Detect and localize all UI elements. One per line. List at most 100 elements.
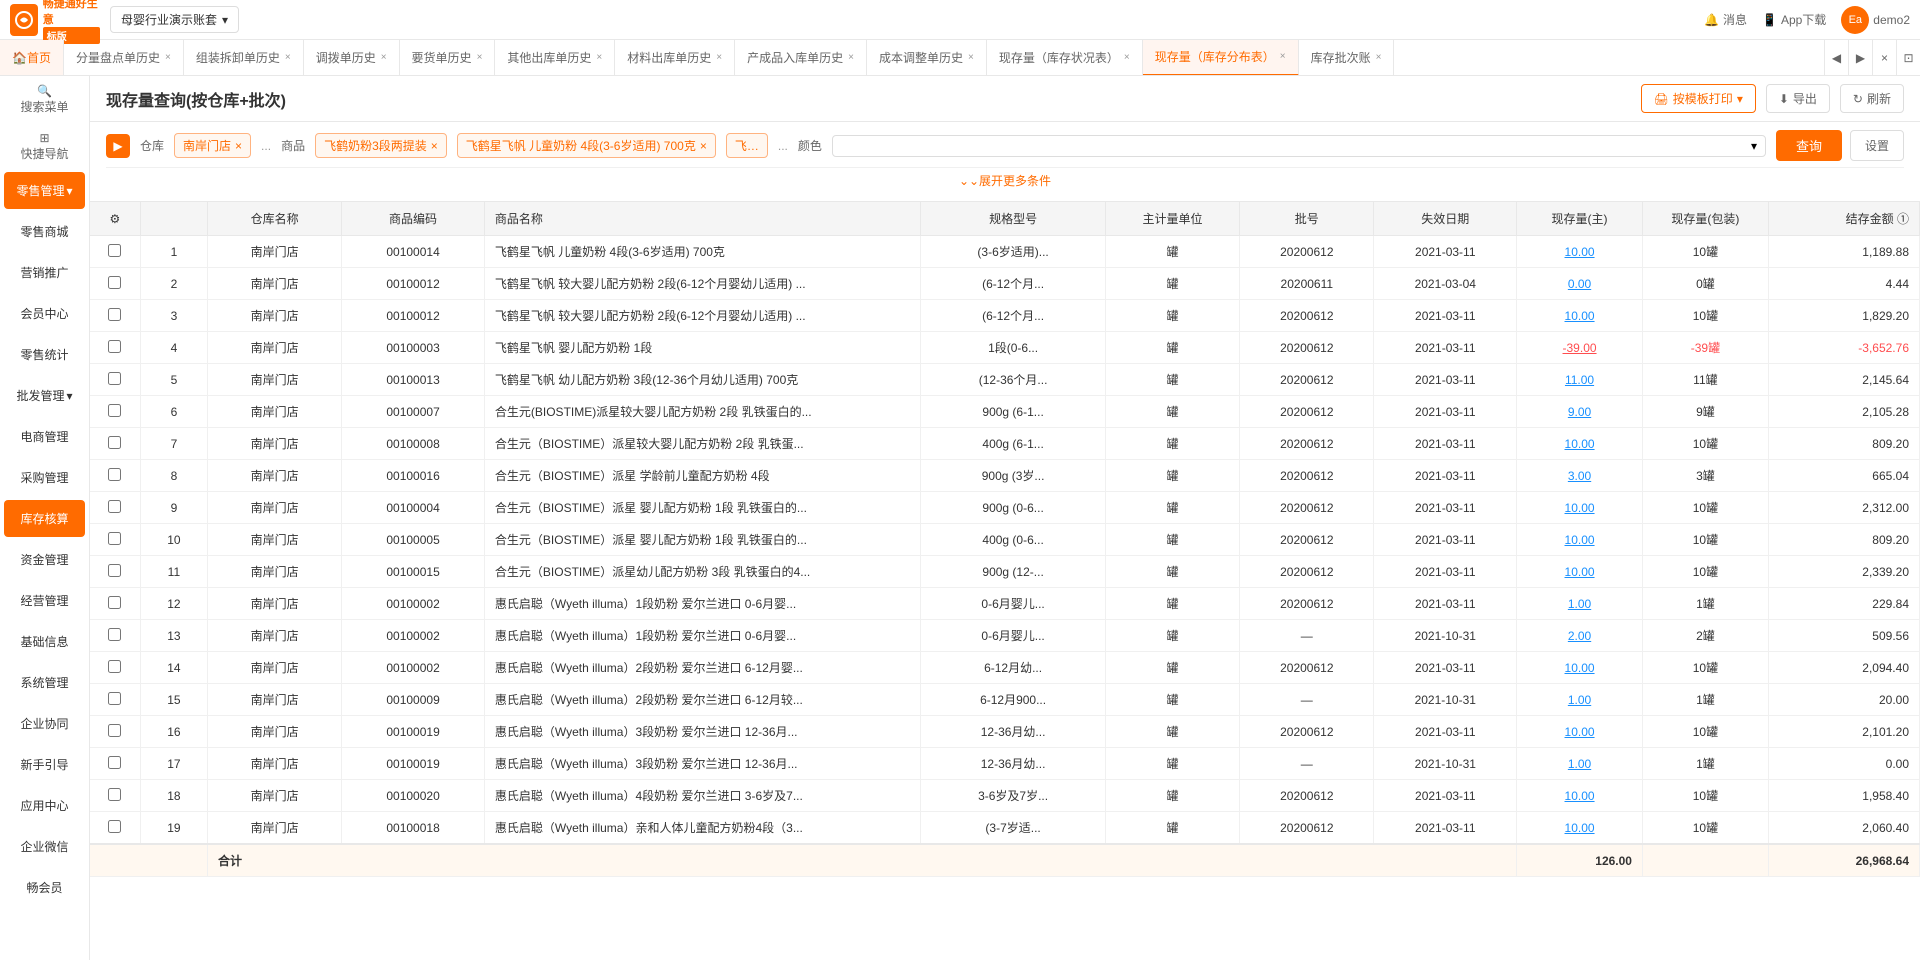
cell-stock-11[interactable]: 1.00 (1517, 588, 1643, 620)
cell-stock-8[interactable]: 10.00 (1517, 492, 1643, 524)
cell-stock-18[interactable]: 10.00 (1517, 812, 1643, 845)
tab-5[interactable]: 材料出库单历史 × (615, 40, 735, 76)
cell-checkbox-9[interactable] (90, 524, 140, 556)
cell-checkbox-5[interactable] (90, 396, 140, 428)
cell-stock-10[interactable]: 10.00 (1517, 556, 1643, 588)
tab-1-close[interactable]: × (285, 52, 291, 63)
cell-stock-9[interactable]: 10.00 (1517, 524, 1643, 556)
tab-5-close[interactable]: × (716, 52, 722, 63)
cell-stock-1[interactable]: 0.00 (1517, 268, 1643, 300)
cell-stock-2[interactable]: 10.00 (1517, 300, 1643, 332)
tab-4[interactable]: 其他出库单历史 × (495, 40, 615, 76)
tab-maximize-button[interactable]: ⊡ (1896, 40, 1920, 76)
cell-checkbox-12[interactable] (90, 620, 140, 652)
cell-checkbox-1[interactable] (90, 268, 140, 300)
sidebar-item-basics[interactable]: 基础信息 (4, 623, 85, 660)
cell-checkbox-6[interactable] (90, 428, 140, 460)
cell-stock-4[interactable]: 11.00 (1517, 364, 1643, 396)
sidebar-item-system[interactable]: 系统管理 (4, 664, 85, 701)
tab-close-all-button[interactable]: × (1872, 40, 1896, 76)
cell-checkbox-8[interactable] (90, 492, 140, 524)
color-filter-select[interactable]: ▾ (832, 135, 1766, 157)
sidebar-item-marketing[interactable]: 营销推广 (4, 254, 85, 291)
refresh-button[interactable]: ↻ 刷新 (1840, 84, 1904, 113)
tab-8-close[interactable]: × (1124, 52, 1130, 63)
sidebar-item-app-center[interactable]: 应用中心 (4, 787, 85, 824)
cell-checkbox-4[interactable] (90, 364, 140, 396)
sidebar-item-retail-stats[interactable]: 零售统计 (4, 336, 85, 373)
tab-1[interactable]: 组装拆卸单历史 × (184, 40, 304, 76)
tab-2-close[interactable]: × (381, 52, 387, 63)
cell-stock-7[interactable]: 3.00 (1517, 460, 1643, 492)
cell-stock-16[interactable]: 1.00 (1517, 748, 1643, 780)
cell-checkbox-0[interactable] (90, 236, 140, 268)
cell-checkbox-15[interactable] (90, 716, 140, 748)
tab-6[interactable]: 产成品入库单历史 × (735, 40, 867, 76)
product-tag-0-remove[interactable]: × (431, 139, 438, 153)
tab-prev-button[interactable]: ◀ (1824, 40, 1848, 76)
sidebar-item-finance[interactable]: 资金管理 (4, 541, 85, 578)
cell-stock-0[interactable]: 10.00 (1517, 236, 1643, 268)
sidebar-item-purchase[interactable]: 采购管理 (4, 459, 85, 496)
expand-conditions-bar[interactable]: ⌄⌄ 展开更多条件 (106, 167, 1904, 193)
sidebar-search[interactable]: 🔍 搜索菜单 (0, 76, 89, 123)
cell-checkbox-16[interactable] (90, 748, 140, 780)
tab-7-close[interactable]: × (968, 52, 974, 63)
export-button[interactable]: ⬇ 导出 (1766, 84, 1830, 113)
cell-stock-17[interactable]: 10.00 (1517, 780, 1643, 812)
tab-2[interactable]: 调拨单历史 × (304, 40, 400, 76)
cell-checkbox-17[interactable] (90, 780, 140, 812)
cell-stock-6[interactable]: 10.00 (1517, 428, 1643, 460)
cell-stock-13[interactable]: 10.00 (1517, 652, 1643, 684)
sidebar-item-retail[interactable]: 零售管理 ▾ (4, 172, 85, 209)
product-tag-more[interactable]: 飞… (726, 133, 768, 158)
sidebar-item-wholesale[interactable]: 批发管理 ▾ (4, 377, 85, 414)
product-tag-1-remove[interactable]: × (700, 139, 707, 153)
sidebar-item-ecommerce[interactable]: 电商管理 (4, 418, 85, 455)
sidebar-item-wechat[interactable]: 企业微信 (4, 828, 85, 865)
cell-stock-3[interactable]: -39.00 (1517, 332, 1643, 364)
query-button[interactable]: 查询 (1776, 130, 1842, 161)
cell-checkbox-10[interactable] (90, 556, 140, 588)
sidebar-quick-nav[interactable]: ⊞ 快捷导航 (0, 123, 89, 170)
sidebar-item-enterprise[interactable]: 企业协同 (4, 705, 85, 742)
sidebar-item-member[interactable]: 会员中心 (4, 295, 85, 332)
th-settings[interactable]: ⚙ (90, 202, 140, 236)
tab-8[interactable]: 现存量（库存状况表） × (987, 40, 1143, 76)
settings-button[interactable]: 设置 (1850, 130, 1904, 161)
cell-checkbox-13[interactable] (90, 652, 140, 684)
tab-3[interactable]: 要货单历史 × (400, 40, 496, 76)
tab-6-close[interactable]: × (848, 52, 854, 63)
tab-9[interactable]: 现存量（库存分布表） × (1143, 40, 1299, 76)
warehouse-filter-remove[interactable]: × (235, 139, 242, 153)
tab-0-close[interactable]: × (165, 52, 171, 63)
tab-4-close[interactable]: × (596, 52, 602, 63)
cell-checkbox-2[interactable] (90, 300, 140, 332)
cell-checkbox-18[interactable] (90, 812, 140, 845)
cell-stock-12[interactable]: 2.00 (1517, 620, 1643, 652)
tab-10-close[interactable]: × (1376, 52, 1382, 63)
sidebar-item-operations[interactable]: 经营管理 (4, 582, 85, 619)
sidebar-item-member2[interactable]: 畅会员 (4, 869, 85, 906)
tab-next-button[interactable]: ▶ (1848, 40, 1872, 76)
message-button[interactable]: 🔔 消息 (1704, 11, 1747, 28)
user-profile[interactable]: Ea demo2 (1841, 6, 1910, 34)
tab-home[interactable]: 🏠 首页 (0, 40, 64, 76)
tab-10[interactable]: 库存批次账 × (1299, 40, 1395, 76)
sidebar-item-retail-mall[interactable]: 零售商城 (4, 213, 85, 250)
tab-3-close[interactable]: × (477, 52, 483, 63)
filter-expand-button[interactable]: ▶ (106, 134, 130, 158)
cell-checkbox-14[interactable] (90, 684, 140, 716)
tab-0[interactable]: 分量盘点单历史 × (64, 40, 184, 76)
cell-checkbox-11[interactable] (90, 588, 140, 620)
cell-checkbox-7[interactable] (90, 460, 140, 492)
sidebar-item-guide[interactable]: 新手引导 (4, 746, 85, 783)
cell-stock-15[interactable]: 10.00 (1517, 716, 1643, 748)
cell-stock-14[interactable]: 1.00 (1517, 684, 1643, 716)
cell-stock-5[interactable]: 9.00 (1517, 396, 1643, 428)
app-download-button[interactable]: 📱 App下载 (1762, 11, 1826, 28)
cell-checkbox-3[interactable] (90, 332, 140, 364)
print-button[interactable]: 🖨 按模板打印 ▾ (1641, 84, 1756, 113)
warehouse-select[interactable]: 母婴行业演示账套 ▾ (110, 6, 239, 33)
tab-7[interactable]: 成本调整单历史 × (867, 40, 987, 76)
